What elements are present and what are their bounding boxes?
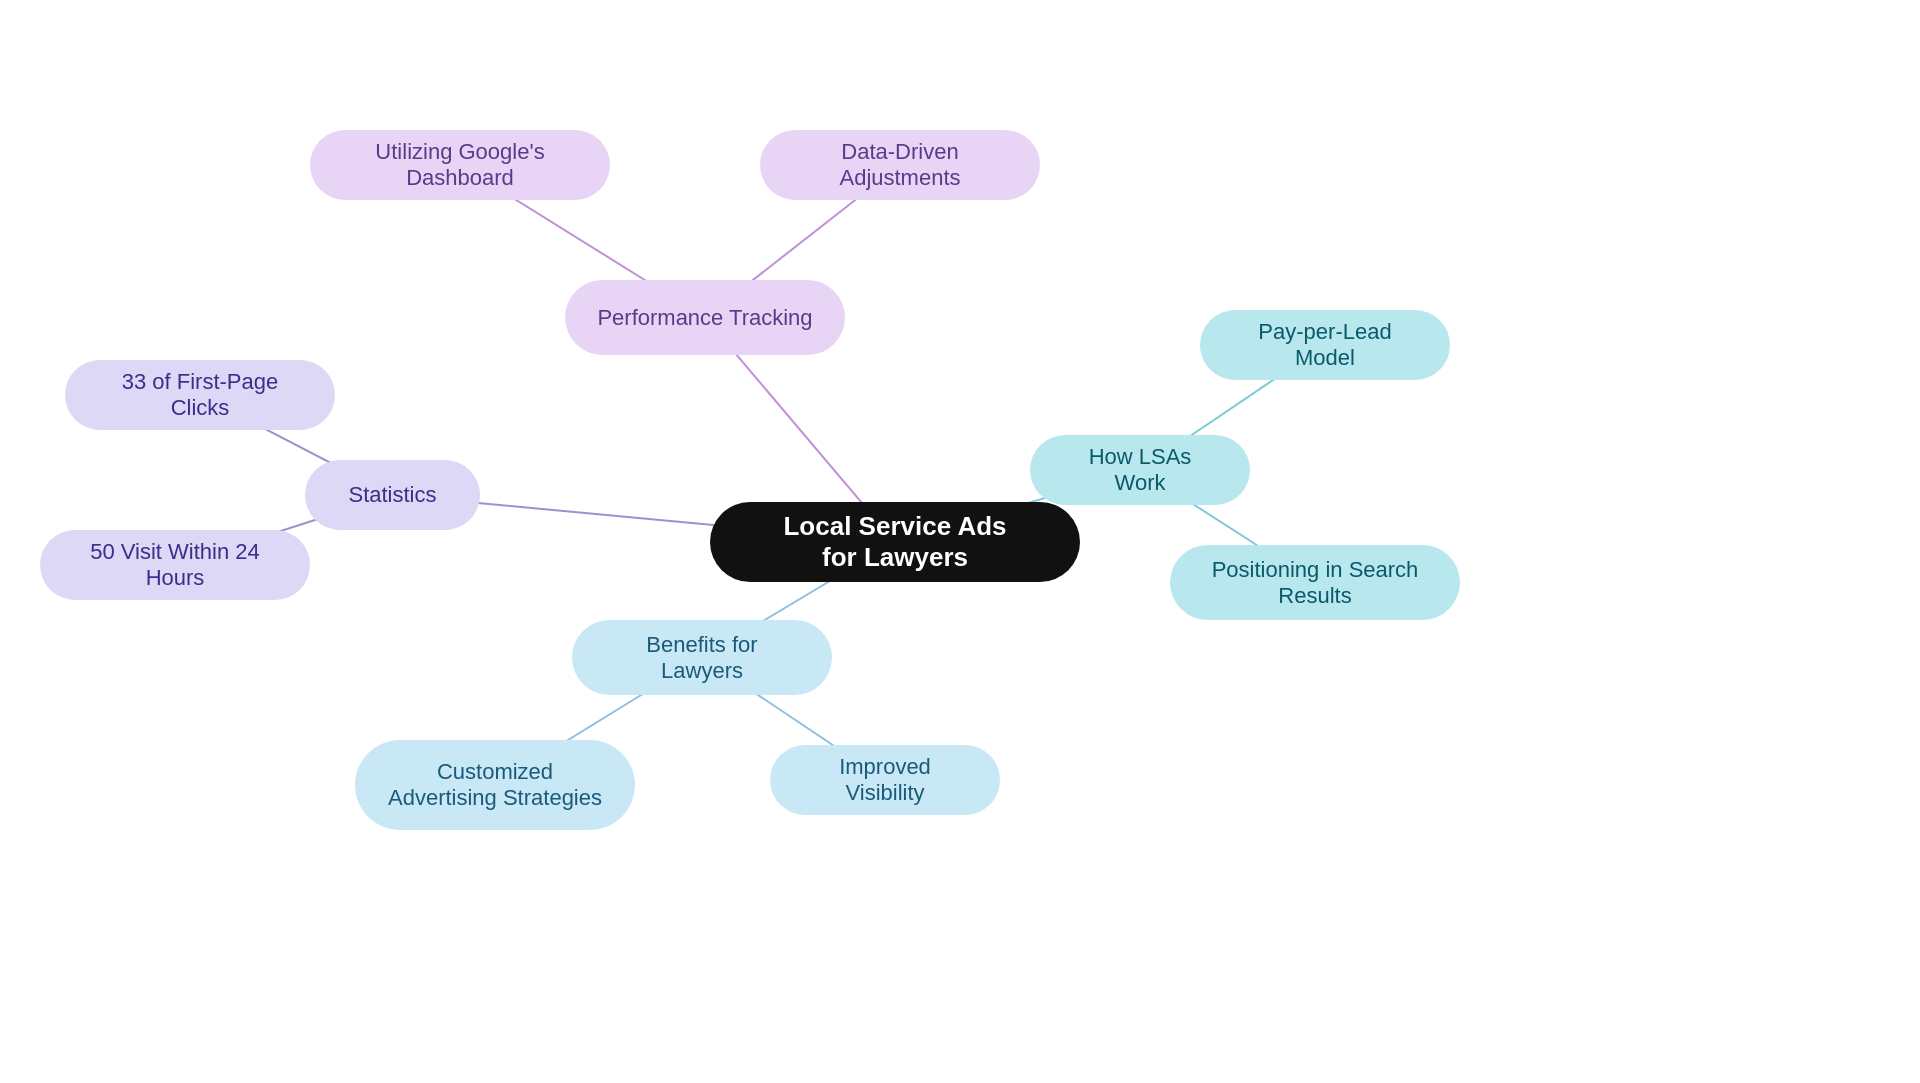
benefits-lawyers-node: Benefits for Lawyers xyxy=(572,620,832,695)
performance-tracking-node: Performance Tracking xyxy=(565,280,845,355)
statistics-node: Statistics xyxy=(305,460,480,530)
data-driven-node: Data-Driven Adjustments xyxy=(760,130,1040,200)
how-lsas-work-node: How LSAs Work xyxy=(1030,435,1250,505)
mindmap-container: Local Service Ads for Lawyers Performance… xyxy=(0,0,1920,1083)
customized-advertising-node: Customized Advertising Strategies xyxy=(355,740,635,830)
pay-per-lead-node: Pay-per-Lead Model xyxy=(1200,310,1450,380)
first-page-clicks-node: 33 of First-Page Clicks xyxy=(65,360,335,430)
utilizing-dashboard-node: Utilizing Google's Dashboard xyxy=(310,130,610,200)
visit-24hours-node: 50 Visit Within 24 Hours xyxy=(40,530,310,600)
improved-visibility-node: Improved Visibility xyxy=(770,745,1000,815)
positioning-node: Positioning in Search Results xyxy=(1170,545,1460,620)
center-node: Local Service Ads for Lawyers xyxy=(710,502,1080,582)
